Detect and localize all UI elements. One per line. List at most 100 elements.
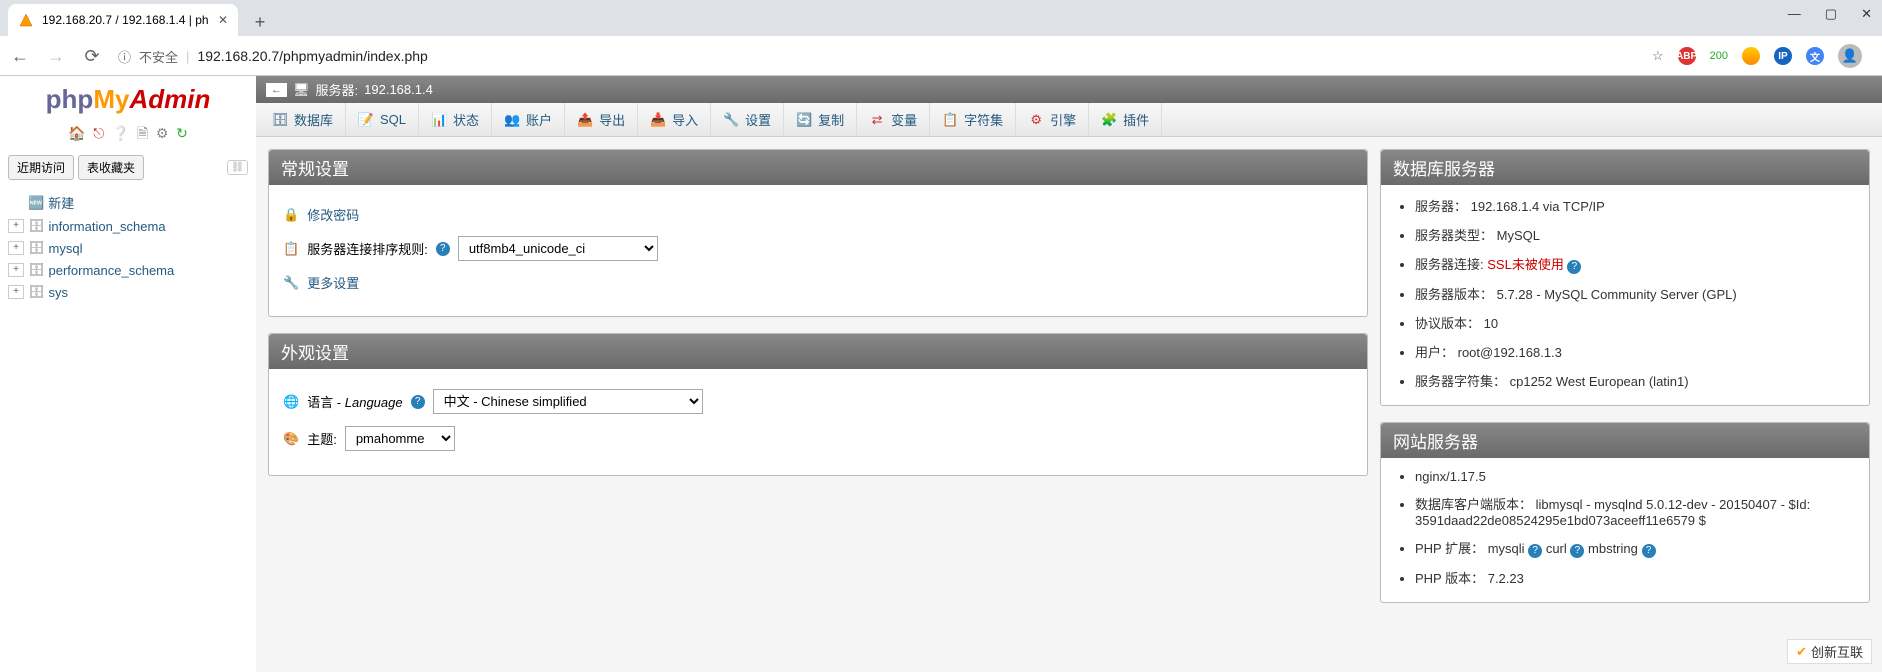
favorites-button[interactable]: 表收藏夹 <box>78 155 144 180</box>
brand-badge[interactable]: ✔ 创新互联 <box>1787 639 1872 664</box>
export-icon: 📤 <box>577 112 593 128</box>
tab-replication[interactable]: 🔄复制 <box>784 103 857 136</box>
expand-icon[interactable]: + <box>8 285 24 299</box>
theme-label: 主题: <box>307 429 337 448</box>
profile-icon[interactable]: 👤 <box>1838 44 1862 68</box>
help-icon[interactable]: ? <box>1642 544 1656 558</box>
db-item[interactable]: +🗄 sys <box>8 281 248 303</box>
chain-icon[interactable]: ⛓ <box>227 160 248 175</box>
db-tree: 🆕 新建 +🗄 information_schema +🗄 mysql +🗄 p… <box>0 180 256 313</box>
url-box[interactable]: ⓘ 不安全 | 192.168.20.7/phpmyadmin/index.ph… <box>118 47 1636 66</box>
maximize-icon[interactable]: ▢ <box>1825 6 1837 22</box>
info-type: 服务器类型： MySQL <box>1415 220 1859 249</box>
forward-button[interactable]: → <box>46 46 66 67</box>
palette-icon: 🎨 <box>283 431 299 447</box>
tab-import[interactable]: 📥导入 <box>638 103 711 136</box>
theme-select[interactable]: pmahomme <box>345 426 455 451</box>
help-icon[interactable]: ? <box>436 242 450 256</box>
home-icon[interactable]: 🏠 <box>68 125 85 141</box>
more-settings-link[interactable]: 更多设置 <box>307 273 359 292</box>
help-icon[interactable]: ? <box>1567 260 1581 274</box>
tab-variables[interactable]: ⇄变量 <box>857 103 930 136</box>
expand-icon[interactable]: + <box>8 241 24 255</box>
accounts-icon: 👥 <box>504 112 520 128</box>
change-password-link[interactable]: 修改密码 <box>307 205 359 224</box>
web-server-panel: 网站服务器 nginx/1.17.5 数据库客户端版本： libmysql - … <box>1380 422 1870 603</box>
tab-export[interactable]: 📤导出 <box>565 103 638 136</box>
expand-icon[interactable]: + <box>8 219 24 233</box>
tab-engine[interactable]: ⚙引擎 <box>1016 103 1089 136</box>
language-select[interactable]: 中文 - Chinese simplified <box>433 389 703 414</box>
panel-title: 外观设置 <box>269 334 1367 369</box>
database-icon: 🗄 <box>28 284 45 300</box>
ext-icon-1[interactable] <box>1742 47 1760 65</box>
content: 常规设置 🔒 修改密码 📋 服务器连接排序规则: ? utf8mb4_unico… <box>256 137 1882 615</box>
breadcrumb: ← 🖥 服务器: 192.168.1.4 <box>256 76 1882 103</box>
star-icon[interactable]: ☆ <box>1652 48 1664 64</box>
plugin-icon: 🧩 <box>1101 112 1117 128</box>
browser-tab[interactable]: 192.168.20.7 / 192.168.1.4 | ph ✕ <box>8 4 238 36</box>
collapse-nav-icon[interactable]: ← <box>266 83 287 97</box>
new-db-link[interactable]: 🆕 新建 <box>8 190 248 215</box>
server-icon: 🖥 <box>293 82 310 98</box>
reload-tree-icon[interactable]: ↻ <box>176 125 188 141</box>
ext-icon-2[interactable]: IP <box>1774 47 1792 65</box>
help-icon[interactable]: ? <box>1570 544 1584 558</box>
replication-icon: 🔄 <box>796 112 812 128</box>
recent-button[interactable]: 近期访问 <box>8 155 74 180</box>
globe-icon: 🌐 <box>283 394 299 410</box>
db-item[interactable]: +🗄 information_schema <box>8 215 248 237</box>
db-icon: 🗄 <box>272 112 288 128</box>
url-text: 192.168.20.7/phpmyadmin/index.php <box>197 48 427 64</box>
database-icon: 🗄 <box>28 262 45 278</box>
sql-icon: 📝 <box>358 112 374 128</box>
tab-accounts[interactable]: 👥账户 <box>492 103 565 136</box>
info-phpver: PHP 版本： 7.2.23 <box>1415 563 1859 592</box>
minimize-icon[interactable]: — <box>1788 6 1801 22</box>
logout-icon[interactable]: ⎋ <box>93 125 104 141</box>
docs-icon[interactable]: ❔ <box>112 125 129 141</box>
db-item[interactable]: +🗄 mysql <box>8 237 248 259</box>
favicon-icon <box>18 12 34 28</box>
help-icon[interactable]: ? <box>1528 544 1542 558</box>
db-item[interactable]: +🗄 performance_schema <box>8 259 248 281</box>
logo[interactable]: phpMyAdmin <box>0 76 256 119</box>
info-server: 服务器： 192.168.1.4 via TCP/IP <box>1415 191 1859 220</box>
abp-icon[interactable]: ABP <box>1678 47 1696 65</box>
tab-charset[interactable]: 📋字符集 <box>930 103 1016 136</box>
address-bar: ← → ⟳ ⓘ 不安全 | 192.168.20.7/phpmyadmin/in… <box>0 36 1882 76</box>
panel-title: 常规设置 <box>269 150 1367 185</box>
tab-bar: 192.168.20.7 / 192.168.1.4 | ph ✕ + <box>0 0 1882 36</box>
sql-query-icon[interactable]: 🗎 <box>137 125 148 141</box>
status-icon: 📊 <box>431 112 447 128</box>
tab-sql[interactable]: 📝SQL <box>346 103 419 136</box>
close-icon[interactable]: ✕ <box>1861 6 1872 22</box>
tab-close-icon[interactable]: ✕ <box>218 13 228 27</box>
appearance-panel: 外观设置 🌐 语言 - Language ? 中文 - Chinese simp… <box>268 333 1368 476</box>
gear-icon[interactable]: ⚙ <box>156 125 169 141</box>
expand-icon[interactable]: + <box>8 263 24 277</box>
reload-button[interactable]: ⟳ <box>82 46 102 67</box>
panel-title: 数据库服务器 <box>1381 150 1869 185</box>
extension-bar: ☆ ABP 200 IP 文 👤 <box>1652 44 1872 68</box>
web-server-list: nginx/1.17.5 数据库客户端版本： libmysql - mysqln… <box>1381 458 1869 602</box>
help-icon[interactable]: ? <box>411 395 425 409</box>
url-separator: | <box>186 49 189 64</box>
tab-settings[interactable]: 🔧设置 <box>711 103 784 136</box>
db-server-list: 服务器： 192.168.1.4 via TCP/IP 服务器类型： MySQL… <box>1381 185 1869 405</box>
tab-plugin[interactable]: 🧩插件 <box>1089 103 1162 136</box>
collation-label: 服务器连接排序规则: <box>307 239 428 258</box>
new-tab-button[interactable]: + <box>246 8 274 36</box>
insecure-icon: ⓘ <box>118 47 131 66</box>
info-charset: 服务器字符集： cp1252 West European (latin1) <box>1415 366 1859 395</box>
insecure-label: 不安全 <box>139 47 178 66</box>
top-menu: 🗄数据库 📝SQL 📊状态 👥账户 📤导出 📥导入 🔧设置 🔄复制 ⇄变量 📋字… <box>256 103 1882 137</box>
back-button[interactable]: ← <box>10 46 30 67</box>
pma-root: phpMyAdmin 🏠 ⎋ ❔ 🗎 ⚙ ↻ 近期访问 表收藏夹 ⛓ 🆕 新建 … <box>0 76 1882 672</box>
info-client: 数据库客户端版本： libmysql - mysqlnd 5.0.12-dev … <box>1415 489 1859 533</box>
variables-icon: ⇄ <box>869 112 885 128</box>
translate-icon[interactable]: 文 <box>1806 47 1824 65</box>
tab-databases[interactable]: 🗄数据库 <box>260 103 346 136</box>
collation-select[interactable]: utf8mb4_unicode_ci <box>458 236 658 261</box>
tab-status[interactable]: 📊状态 <box>419 103 492 136</box>
